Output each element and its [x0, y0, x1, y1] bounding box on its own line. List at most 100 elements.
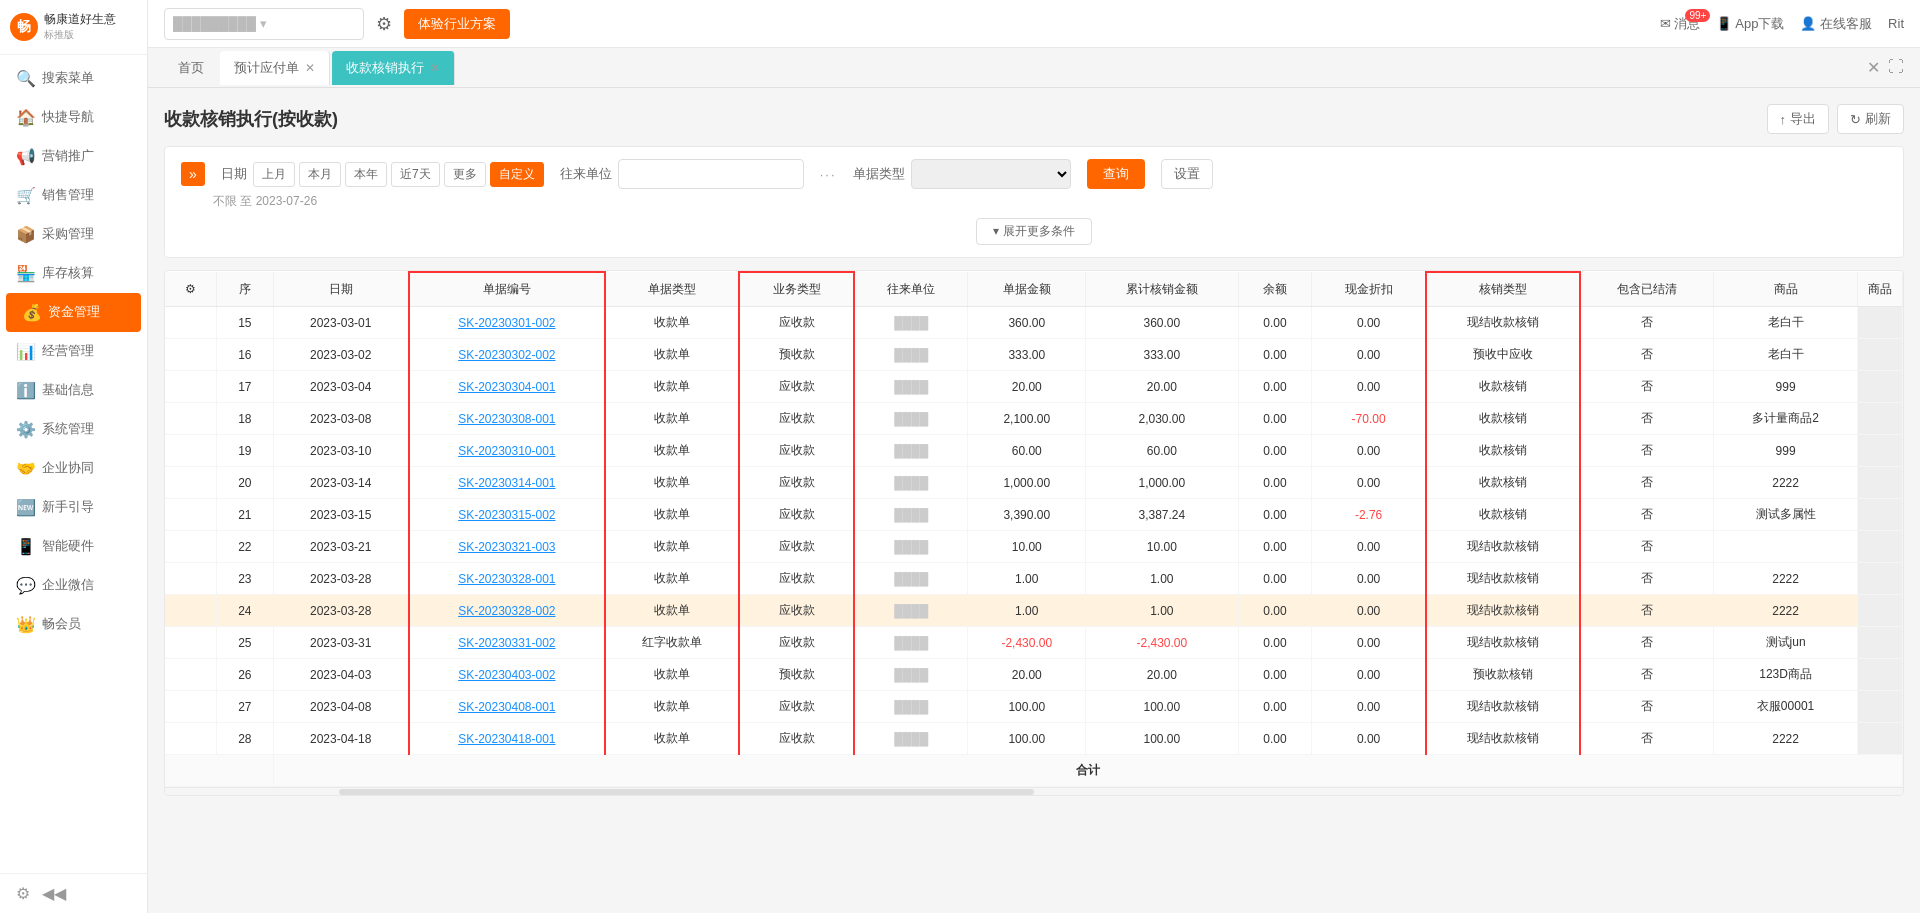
sidebar-item-system[interactable]: ⚙️ 系统管理: [0, 410, 147, 449]
cell-cum-cancel: 3,387.24: [1086, 499, 1239, 531]
sidebar-item-label: 企业协同: [42, 459, 94, 477]
cell-doc-no[interactable]: SK-20230308-001: [409, 403, 605, 435]
horizontal-scrollbar[interactable]: [165, 787, 1903, 795]
tab-prepay-close[interactable]: ✕: [305, 61, 315, 75]
date-this-month[interactable]: 本月: [299, 162, 341, 187]
cell-cancel-type: 现结收款核销: [1426, 691, 1580, 723]
app-download[interactable]: 📱 App下载: [1716, 15, 1784, 33]
cell-balance: 0.00: [1238, 627, 1312, 659]
cell-balance: 0.00: [1238, 595, 1312, 627]
scrollbar-thumb[interactable]: [339, 789, 1034, 795]
cell-doc-no[interactable]: SK-20230328-002: [409, 595, 605, 627]
cell-doc-no[interactable]: SK-20230315-002: [409, 499, 605, 531]
cell-balance: 0.00: [1238, 563, 1312, 595]
sidebar-item-hardware[interactable]: 📱 智能硬件: [0, 527, 147, 566]
sidebar-item-label: 新手引导: [42, 498, 94, 516]
cell-doc-no[interactable]: SK-20230328-001: [409, 563, 605, 595]
export-button[interactable]: ↑ 导出: [1767, 104, 1830, 134]
sidebar-item-purchase[interactable]: 📦 采购管理: [0, 215, 147, 254]
cell-cum-cancel: 1.00: [1086, 563, 1239, 595]
col-settings[interactable]: ⚙: [165, 272, 217, 307]
tab-expand-icon[interactable]: ⛶: [1888, 58, 1904, 77]
cell-checkbox: [165, 499, 217, 531]
sidebar-item-search[interactable]: 🔍 搜索菜单: [0, 59, 147, 98]
cell-checkbox: [165, 531, 217, 563]
date-7days[interactable]: 近7天: [391, 162, 440, 187]
date-more[interactable]: 更多: [444, 162, 486, 187]
date-last-month[interactable]: 上月: [253, 162, 295, 187]
message-badge-wrapper[interactable]: ✉ 消息 99+: [1660, 15, 1701, 33]
cell-goods2: [1858, 531, 1903, 563]
sidebar-item-enterprise[interactable]: 🤝 企业协同: [0, 449, 147, 488]
cell-doc-no[interactable]: SK-20230418-001: [409, 723, 605, 755]
sidebar-item-guide[interactable]: 🏠 快捷导航: [0, 98, 147, 137]
cell-doc-type: 收款单: [605, 371, 739, 403]
sidebar-item-sales[interactable]: 🛒 销售管理: [0, 176, 147, 215]
cell-goods: 999: [1714, 371, 1858, 403]
sidebar-item-basic[interactable]: ℹ️ 基础信息: [0, 371, 147, 410]
settings-button[interactable]: 设置: [1161, 159, 1213, 189]
cell-doc-type: 红字收款单: [605, 627, 739, 659]
cell-date: 2023-03-31: [273, 627, 409, 659]
table-row: 192023-03-10SK-20230310-001收款单应收款████60.…: [165, 435, 1903, 467]
collapse-icon[interactable]: ◀◀: [42, 884, 66, 903]
dropdown-chevron[interactable]: ▾: [260, 16, 267, 31]
date-custom[interactable]: 自定义: [490, 162, 544, 187]
cell-date: 2023-03-15: [273, 499, 409, 531]
sidebar-item-marketing[interactable]: 📢 营销推广: [0, 137, 147, 176]
cell-doc-no[interactable]: SK-20230403-002: [409, 659, 605, 691]
sidebar-item-label: 销售管理: [42, 186, 94, 204]
doctype-select[interactable]: [911, 159, 1071, 189]
industry-solution-button[interactable]: 体验行业方案: [404, 9, 510, 39]
cell-cash-discount: -2.76: [1312, 499, 1426, 531]
col-balance: 余额: [1238, 272, 1312, 307]
settings-footer-icon[interactable]: ⚙: [16, 884, 30, 903]
cell-checkbox: [165, 563, 217, 595]
cell-cum-cancel: -2,430.00: [1086, 627, 1239, 659]
tab-prepay[interactable]: 预计应付单 ✕: [220, 51, 330, 85]
expand-more-button[interactable]: ▾ 展开更多条件: [976, 218, 1091, 245]
refresh-button[interactable]: ↻ 刷新: [1837, 104, 1904, 134]
cell-balance: 0.00: [1238, 403, 1312, 435]
cell-doc-no[interactable]: SK-20230314-001: [409, 467, 605, 499]
cell-doc-no[interactable]: SK-20230321-003: [409, 531, 605, 563]
cell-goods: 999: [1714, 435, 1858, 467]
cell-partner: ████: [854, 563, 968, 595]
tab-collection[interactable]: 收款核销执行 ✕: [332, 51, 455, 85]
cell-doc-no[interactable]: SK-20230302-002: [409, 339, 605, 371]
cell-doc-no[interactable]: SK-20230408-001: [409, 691, 605, 723]
cell-doc-no[interactable]: SK-20230310-001: [409, 435, 605, 467]
cell-biz-type: 预收款: [739, 659, 854, 691]
sidebar-item-member[interactable]: 👑 畅会员: [0, 605, 147, 644]
topbar-search[interactable]: █████████ ▾: [164, 8, 364, 40]
sidebar-item-label: 企业微信: [42, 576, 94, 594]
tab-close-all-icon[interactable]: ✕: [1867, 58, 1880, 77]
query-button[interactable]: 查询: [1087, 159, 1145, 189]
tab-home[interactable]: 首页: [164, 51, 218, 85]
user-name[interactable]: Rit: [1888, 16, 1904, 31]
cell-goods2: [1858, 691, 1903, 723]
cell-doc-no[interactable]: SK-20230301-002: [409, 307, 605, 339]
total-label: [165, 755, 273, 787]
cell-partner: ████: [854, 467, 968, 499]
sidebar-item-inventory[interactable]: 🏪 库存核算: [0, 254, 147, 293]
partner-input[interactable]: [618, 159, 804, 189]
cell-cash-discount: 0.00: [1312, 627, 1426, 659]
date-this-year[interactable]: 本年: [345, 162, 387, 187]
online-service[interactable]: 👤 在线客服: [1800, 15, 1872, 33]
message-icon: ✉: [1660, 16, 1671, 31]
table-row: 262023-04-03SK-20230403-002收款单预收款████20.…: [165, 659, 1903, 691]
sidebar-item-label: 营销推广: [42, 147, 94, 165]
cell-doc-no[interactable]: SK-20230331-002: [409, 627, 605, 659]
sidebar-item-business[interactable]: 📊 经营管理: [0, 332, 147, 371]
topbar-settings-icon[interactable]: ⚙: [376, 13, 392, 35]
cell-checkbox: [165, 467, 217, 499]
sidebar-item-wechat[interactable]: 💬 企业微信: [0, 566, 147, 605]
tab-collection-close[interactable]: ✕: [430, 61, 440, 75]
sidebar-item-newbie[interactable]: 🆕 新手引导: [0, 488, 147, 527]
sidebar-item-finance[interactable]: 💰 资金管理: [6, 293, 141, 332]
filter-expand-button[interactable]: »: [181, 162, 205, 186]
cell-goods2: [1858, 371, 1903, 403]
cell-biz-type: 应收款: [739, 499, 854, 531]
cell-doc-no[interactable]: SK-20230304-001: [409, 371, 605, 403]
